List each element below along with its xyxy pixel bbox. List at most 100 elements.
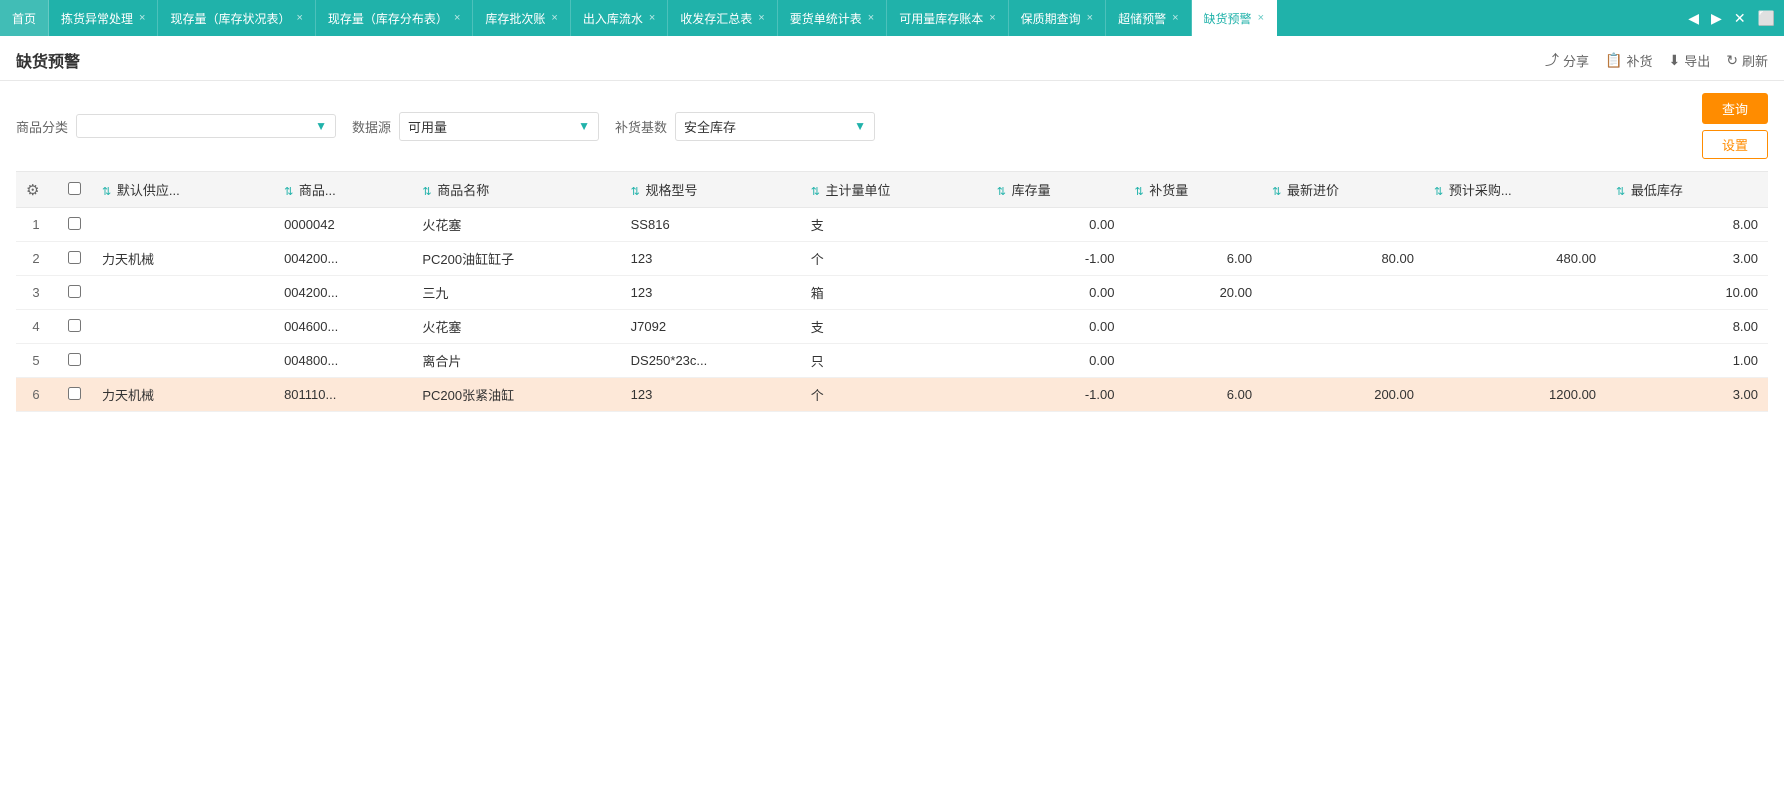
table-row: 5 004800... 离合片 DS250*23c... 只 0.00 1.00	[16, 344, 1768, 378]
col-checkbox	[56, 172, 92, 208]
row-num-3: 3	[16, 276, 56, 310]
row-checkbox-2[interactable]	[56, 242, 92, 276]
row-supplier-2: 力天机械	[92, 242, 274, 276]
sort-icon-replenish: ⇅	[1134, 186, 1143, 198]
row-est-purchase-1	[1424, 208, 1606, 242]
row-unit-1: 支	[801, 208, 987, 242]
select-all-checkbox[interactable]	[68, 182, 81, 195]
row-spec-3: 123	[621, 276, 801, 310]
col-code-label: 商品...	[299, 183, 336, 198]
tab-prev-button[interactable]: ◀	[1683, 8, 1704, 29]
tab-inventory-dist-label: 现存量（库存分布表）	[328, 10, 448, 27]
row-est-purchase-3	[1424, 276, 1606, 310]
tab-demand-stats-close[interactable]: ×	[868, 12, 874, 24]
row-checkbox-3[interactable]	[56, 276, 92, 310]
tab-next-button[interactable]: ▶	[1706, 8, 1727, 29]
replenish-base-select[interactable]: 安全库存 ▼	[675, 112, 875, 141]
row-latest-price-3	[1262, 276, 1424, 310]
replenish-button[interactable]: 📋 补货	[1605, 51, 1652, 70]
row-spec-4: J7092	[621, 310, 801, 344]
tab-available-ledger-label: 可用量库存账本	[899, 10, 983, 27]
row-num-5: 5	[16, 344, 56, 378]
row-est-purchase-4	[1424, 310, 1606, 344]
tab-overstock[interactable]: 超储预警 ×	[1106, 0, 1191, 36]
category-filter-label: 商品分类	[16, 117, 68, 136]
row-checkbox-6[interactable]	[56, 378, 92, 412]
row-unit-3: 箱	[801, 276, 987, 310]
tab-inventory-status-close[interactable]: ×	[296, 12, 302, 24]
sort-icon-est: ⇅	[1434, 186, 1443, 198]
row-min-stock-3: 10.00	[1606, 276, 1768, 310]
row-replenish-5	[1124, 344, 1262, 378]
col-product-name: ⇅ 商品名称	[412, 172, 620, 208]
tab-inout-flow-close[interactable]: ×	[649, 12, 655, 24]
export-button[interactable]: ⬇ 导出	[1669, 51, 1711, 70]
row-est-purchase-2: 480.00	[1424, 242, 1606, 276]
row-supplier-6: 力天机械	[92, 378, 274, 412]
tab-inventory-dist-close[interactable]: ×	[454, 12, 460, 24]
datasource-filter-group: 数据源 可用量 ▼	[352, 112, 599, 141]
row-replenish-6: 6.00	[1124, 378, 1262, 412]
row-unit-2: 个	[801, 242, 987, 276]
tab-maximize-button[interactable]: ⬜	[1753, 8, 1780, 29]
col-unit: ⇅ 主计量单位	[801, 172, 987, 208]
refresh-button[interactable]: ↻ 刷新	[1726, 51, 1768, 70]
tab-inventory-status[interactable]: 现存量（库存状况表） ×	[158, 0, 315, 36]
sort-icon-name: ⇅	[422, 186, 431, 198]
tab-shortage-close[interactable]: ×	[1258, 12, 1264, 24]
tab-receive-summary-close[interactable]: ×	[758, 12, 764, 24]
replenish-base-value: 安全库存	[684, 117, 736, 136]
row-checkbox-5[interactable]	[56, 344, 92, 378]
tab-expiry-query[interactable]: 保质期查询 ×	[1009, 0, 1106, 36]
row-est-purchase-6: 1200.00	[1424, 378, 1606, 412]
tab-available-ledger[interactable]: 可用量库存账本 ×	[887, 0, 1008, 36]
col-replenish: ⇅ 补货量	[1124, 172, 1262, 208]
row-product-code-6: 801110...	[274, 378, 412, 412]
tab-inventory-dist[interactable]: 现存量（库存分布表） ×	[316, 0, 473, 36]
table-wrapper: ⚙ ⇅ 默认供应... ⇅ 商品... ⇅ 商品名称	[0, 171, 1784, 412]
row-stock-1: 0.00	[987, 208, 1125, 242]
datasource-filter-label: 数据源	[352, 117, 391, 136]
query-button[interactable]: 查询	[1702, 93, 1768, 124]
table-row: 4 004600... 火花塞 J7092 支 0.00 8.00	[16, 310, 1768, 344]
row-latest-price-1	[1262, 208, 1424, 242]
col-replenish-label: 补货量	[1149, 183, 1188, 198]
tab-receive-summary[interactable]: 收发存汇总表 ×	[668, 0, 777, 36]
tab-overstock-label: 超储预警	[1118, 10, 1166, 27]
shortage-table: ⚙ ⇅ 默认供应... ⇅ 商品... ⇅ 商品名称	[16, 171, 1768, 412]
replenish-base-filter-group: 补货基数 安全库存 ▼	[615, 112, 875, 141]
share-button[interactable]: ⤴ 分享	[1545, 50, 1589, 70]
row-min-stock-1: 8.00	[1606, 208, 1768, 242]
tab-overstock-close[interactable]: ×	[1172, 12, 1178, 24]
replenish-base-chevron-icon: ▼	[854, 119, 866, 133]
tab-available-ledger-close[interactable]: ×	[989, 12, 995, 24]
row-checkbox-1[interactable]	[56, 208, 92, 242]
row-supplier-4	[92, 310, 274, 344]
col-spec-label: 规格型号	[645, 183, 697, 198]
tab-receive-summary-label: 收发存汇总表	[680, 10, 752, 27]
export-icon: ⬇	[1669, 52, 1681, 69]
tab-expiry-query-close[interactable]: ×	[1087, 12, 1093, 24]
tab-batch-account-close[interactable]: ×	[551, 12, 557, 24]
tab-exception[interactable]: 拣货异常处理 ×	[49, 0, 158, 36]
tab-shortage[interactable]: 缺货预警 ×	[1192, 0, 1277, 36]
gear-icon[interactable]: ⚙	[26, 182, 39, 199]
row-stock-3: 0.00	[987, 276, 1125, 310]
tab-shortage-label: 缺货预警	[1204, 10, 1252, 27]
row-spec-5: DS250*23c...	[621, 344, 801, 378]
row-supplier-1	[92, 208, 274, 242]
tab-inout-flow[interactable]: 出入库流水 ×	[571, 0, 668, 36]
row-supplier-3	[92, 276, 274, 310]
tab-exception-close[interactable]: ×	[139, 12, 145, 24]
category-select[interactable]: ▼	[76, 114, 336, 138]
datasource-select[interactable]: 可用量 ▼	[399, 112, 599, 141]
row-unit-4: 支	[801, 310, 987, 344]
tab-demand-stats[interactable]: 要货单统计表 ×	[778, 0, 887, 36]
settings-button[interactable]: 设置	[1702, 130, 1768, 159]
tab-home[interactable]: 首页	[0, 0, 49, 36]
row-checkbox-4[interactable]	[56, 310, 92, 344]
tab-batch-account[interactable]: 库存批次账 ×	[473, 0, 570, 36]
tab-close-all-button[interactable]: ✕	[1729, 8, 1751, 29]
table-row: 3 004200... 三九 123 箱 0.00 20.00 10.00	[16, 276, 1768, 310]
col-stock: ⇅ 库存量	[987, 172, 1125, 208]
